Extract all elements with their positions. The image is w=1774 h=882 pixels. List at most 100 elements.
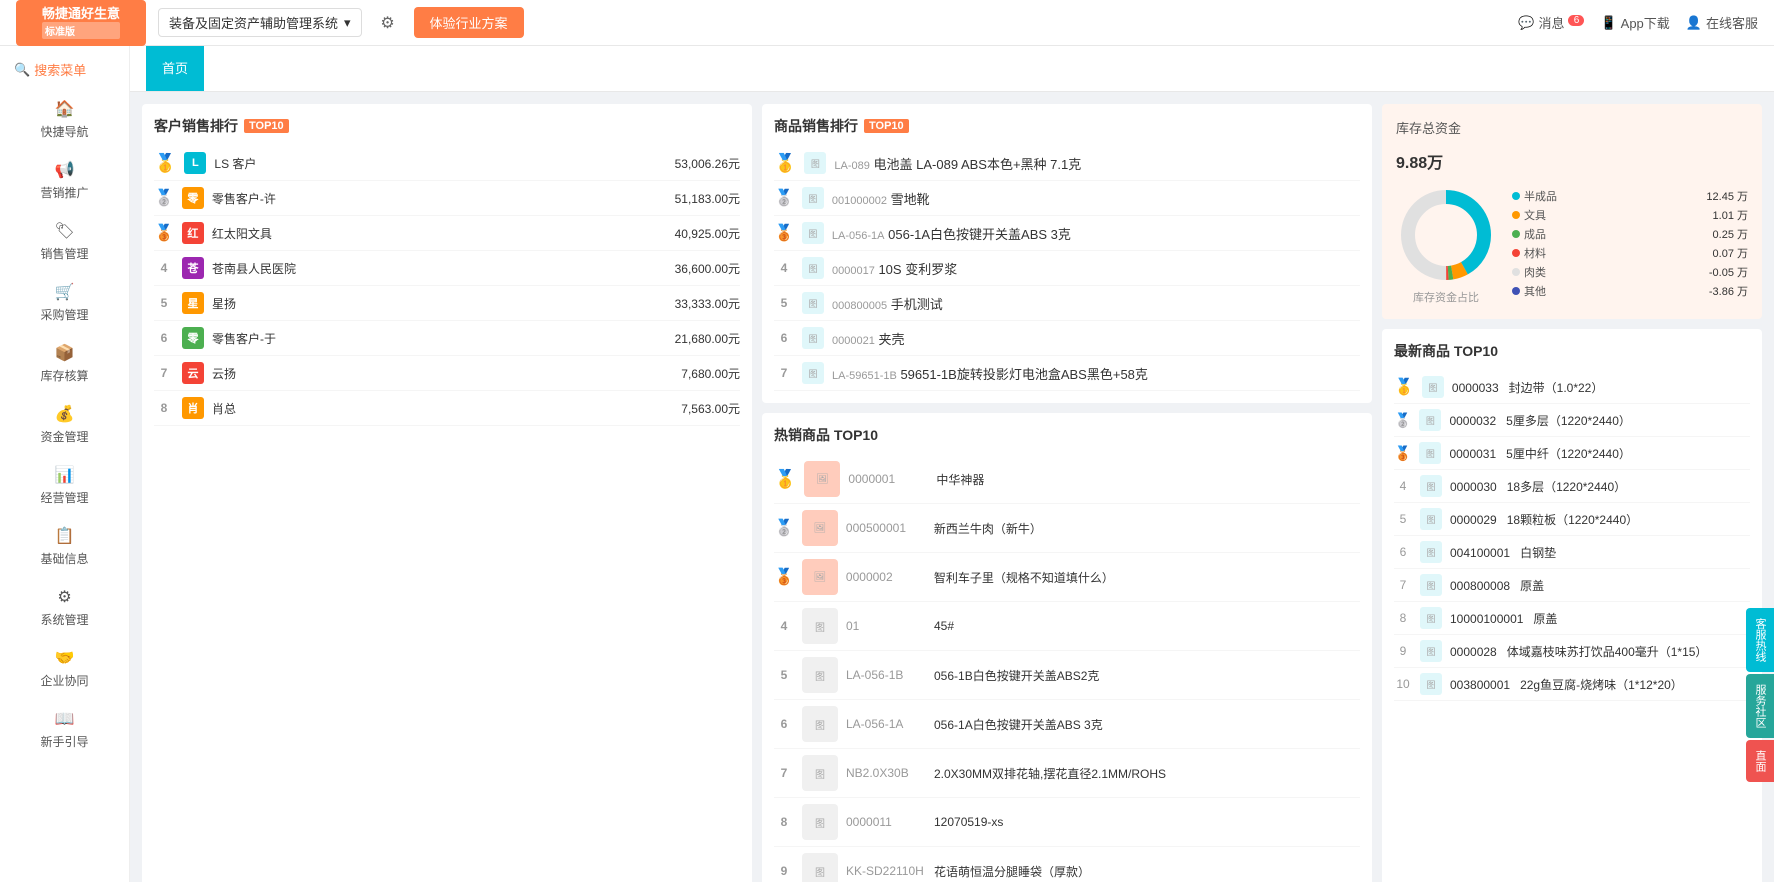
new-product-item: 6 图 004100001 白钢垫 [1394,536,1750,569]
sidebar-item-finance[interactable]: 💰 资金管理 [0,394,129,455]
logo-name: 畅捷通好生意 [42,6,120,23]
hot-product-thumb: 🖼 [802,510,838,546]
product-name: 10S 变利罗浆 [878,262,957,277]
legend-value: -3.86 万 [1709,283,1748,299]
inventory-amount-unit: 万 [1427,155,1443,172]
np-thumb: 图 [1420,475,1442,497]
sidebar: 🔍 搜索菜单 🏠 快捷导航 📢 营销推广 🏷 销售管理 🛒 采购管理 📦 库存核… [0,46,130,882]
inventory-card: 库存总资金 9.88万 [1382,104,1762,319]
right-panel: 库存总资金 9.88万 [1382,104,1762,882]
legend-dot [1512,192,1520,200]
message-label: 消息 [1538,13,1564,32]
base-info-icon: 📋 [55,526,75,546]
rank-amount: 33,333.00元 [675,295,740,312]
sidebar-item-operation[interactable]: 📊 经营管理 [0,455,129,516]
float-btn-service[interactable]: 客服热线 [1746,608,1774,672]
product-thumb: 图 [802,187,824,209]
trial-button[interactable]: 体验行业方案 [414,7,524,38]
hot-product-thumb: 图 [802,804,838,840]
hot-product-item: 6 图 LA-056-1A 056-1A白色按键开关盖ABS 3克 [774,700,1360,749]
system-select[interactable]: 装备及固定资产辅助管理系统 ▾ [158,8,362,37]
rank-amount: 40,925.00元 [675,225,740,242]
rank-item: 🥈 零 零售客户-许 51,183.00元 [154,181,740,216]
legend-label: 肉类 [1524,264,1705,280]
nav-tabs: 首页 [130,46,1774,92]
product-name: 056-1A白色按键开关盖ABS 3克 [888,227,1071,242]
rank-item: 5 星 星扬 33,333.00元 [154,286,740,321]
sidebar-label-finance: 资金管理 [40,428,88,445]
product-code: LA-59651-1B [832,370,897,382]
legend-label: 材料 [1524,245,1709,261]
product-thumb: 图 [802,362,824,384]
hot-product-code: KK-SD22110H [846,864,926,878]
main-content: 首页 客户销售排行 TOP10 🥇 L LS 客户 53,006.26元 🥈 零… [130,46,1774,882]
product-rank-item: 🥈 图 001000002 雪地靴 [774,181,1360,216]
sidebar-item-base-info[interactable]: 📋 基础信息 [0,516,129,577]
rank-name: 云扬 [212,365,673,382]
hot-product-item: 9 图 KK-SD22110H 花语萌恒温分腿睡袋（厚款） [774,847,1360,882]
customer-ranking-title-text: 客户销售排行 [154,116,238,136]
sidebar-item-sales[interactable]: 🏷 销售管理 [0,211,129,272]
product-info: 0000017 10S 变利罗浆 [832,259,1360,278]
np-info: 0000028 体域嘉枝味苏打饮品400毫升（1*15） [1450,643,1750,660]
np-thumb: 图 [1420,574,1442,596]
np-info: 0000029 18颗粒板（1220*2440） [1450,511,1750,528]
legend-dot [1512,230,1520,238]
tab-home[interactable]: 首页 [146,46,204,91]
np-thumb: 图 [1419,442,1441,464]
inventory-legend: 半成品 12.45 万 文具 1.01 万 成品 0.25 万 材料 0.07 … [1512,188,1748,302]
hot-product-item: 🥉 🖼 0000002 智利车子里（规格不知道填什么） [774,553,1360,602]
hot-product-code: 0000002 [846,570,926,584]
message-button[interactable]: 💬 消息 6 [1518,13,1584,32]
rank-icon: 🥈 [154,188,174,208]
topbar: 畅捷通好生意 标准版 装备及固定资产辅助管理系统 ▾ ⚙ 体验行业方案 💬 消息… [0,0,1774,46]
marketing-icon: 📢 [55,160,75,180]
sidebar-item-quick-nav[interactable]: 🏠 快捷导航 [0,89,129,150]
sales-icon: 🏷 [54,221,74,241]
sidebar-item-marketing[interactable]: 📢 营销推广 [0,150,129,211]
app-download-button[interactable]: 📱 App下载 [1600,13,1669,32]
settings-button[interactable]: ⚙ [374,9,402,37]
company-icon: 🤝 [55,648,75,668]
np-thumb: 图 [1420,508,1442,530]
sidebar-item-company[interactable]: 🤝 企业协同 [0,638,129,699]
inventory-chart-area: 库存资金占比 半成品 12.45 万 文具 1.01 万 成品 0.25 万 材… [1396,185,1748,305]
rank-name: LS 客户 [214,155,666,172]
sidebar-item-system[interactable]: ⚙ 系统管理 [0,577,129,638]
sidebar-label-company: 企业协同 [40,672,88,689]
inventory-amount: 9.88万 [1396,143,1748,175]
rank-name: 肖总 [212,400,673,417]
hot-products-title: 热销商品 TOP10 [774,425,1360,445]
sidebar-item-purchase[interactable]: 🛒 采购管理 [0,272,129,333]
rank-item: 🥉 红 红太阳文具 40,925.00元 [154,216,740,251]
np-thumb: 图 [1420,541,1442,563]
legend-item: 成品 0.25 万 [1512,226,1748,242]
service-button[interactable]: 👤 在线客服 [1686,13,1758,32]
np-info: 0000031 5厘中纤（1220*2440） [1449,445,1750,462]
product-rank-item: 6 图 0000021 夹壳 [774,321,1360,356]
np-info: 003800001 22g鱼豆腐-烧烤味（1*12*20） [1450,676,1750,693]
logo: 畅捷通好生意 标准版 [16,0,146,46]
legend-item: 其他 -3.86 万 [1512,283,1748,299]
hot-product-name: 智利车子里（规格不知道填什么） [934,569,1114,586]
sidebar-item-guide[interactable]: 📖 新手引导 [0,699,129,760]
product-sales-ranking-card: 商品销售排行 TOP10 🥇 图 LA-089 电池盖 LA-089 ABS本色… [762,104,1372,403]
product-info: LA-59651-1B 59651-1B旋转投影灯电池盒ABS黑色+58克 [832,364,1360,383]
product-name: 电池盖 LA-089 ABS本色+黑种 7.1克 [874,157,1082,172]
rank-icon: 🥇 [154,153,176,174]
rank-name: 红太阳文具 [212,225,667,242]
legend-value: 0.25 万 [1713,226,1748,242]
sidebar-item-inventory[interactable]: 📦 库存核算 [0,333,129,394]
float-btn-community[interactable]: 服务社区 [1746,674,1774,738]
rank-avatar: 苍 [182,257,204,279]
hot-product-name: 056-1B白色按键开关盖ABS2克 [934,667,1099,684]
app-label: App下载 [1621,13,1670,32]
legend-item: 文具 1.01 万 [1512,207,1748,223]
search-menu-button[interactable]: 🔍 搜索菜单 [0,54,129,85]
float-btn-direct[interactable]: 直面 [1746,740,1774,782]
rank-item: 8 肖 肖总 7,563.00元 [154,391,740,426]
np-thumb: 图 [1419,409,1441,431]
sidebar-label-system: 系统管理 [40,611,88,628]
customer-top-badge: TOP10 [244,119,289,133]
hot-product-code: LA-056-1B [846,668,926,682]
